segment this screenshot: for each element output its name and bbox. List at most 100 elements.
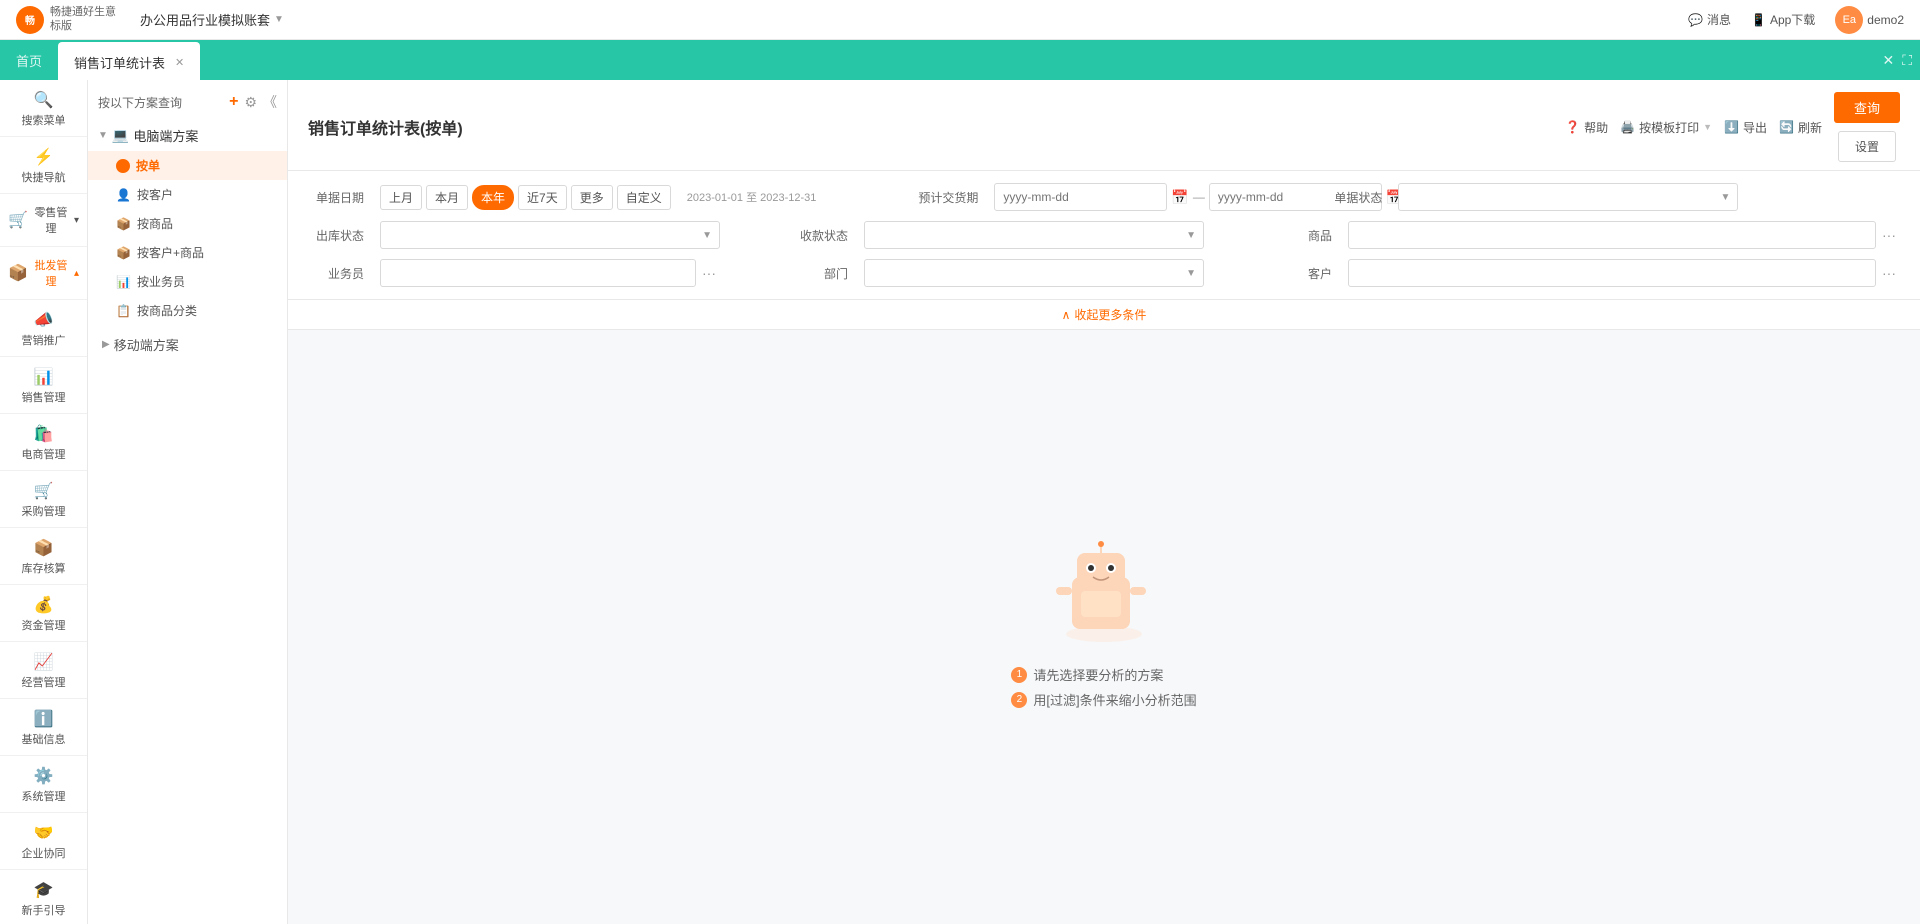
sidebar-item-search[interactable]: 🔍 搜索菜单 xyxy=(0,80,87,137)
tab-close-icon[interactable]: ✕ xyxy=(175,56,184,69)
radio-active-icon xyxy=(116,159,130,173)
sidebar-item-enterprise[interactable]: 🤝 企业协同 xyxy=(0,813,87,870)
sidebar-item-marketing[interactable]: 📣 营销推广 xyxy=(0,300,87,357)
settings-scheme-btn[interactable]: ⚙ xyxy=(244,94,257,111)
goods-input-wrapper: ··· xyxy=(1348,221,1900,249)
tab-sales-stat[interactable]: 销售订单统计表 ✕ xyxy=(58,42,200,82)
expected-date-from[interactable] xyxy=(994,183,1167,211)
out-status-wrapper: ▼ xyxy=(380,221,720,249)
status-select-wrapper: ▼ xyxy=(1398,183,1738,211)
left-panel: 按以下方案查询 + ⚙ 《 ▼ 💻 电脑端方案 按单 👤 xyxy=(88,80,288,924)
tree-child-by-goods[interactable]: 📦 按商品 xyxy=(88,209,287,238)
date-btn-custom[interactable]: 自定义 xyxy=(617,185,671,210)
status-select[interactable] xyxy=(1398,183,1738,211)
breadcrumb-text: 办公用品行业模拟账套 xyxy=(140,10,270,29)
date-btn-more[interactable]: 更多 xyxy=(571,185,613,210)
app-download-btn[interactable]: 📱 App下载 xyxy=(1751,11,1815,28)
date-btn-thismonth[interactable]: 本月 xyxy=(426,185,468,210)
collapse-label: 收起更多条件 xyxy=(1074,306,1146,323)
customer-input[interactable] xyxy=(1348,259,1876,287)
quick-nav-icon: ⚡ xyxy=(34,147,54,167)
settings-button[interactable]: 设置 xyxy=(1838,131,1896,162)
date-btn-7days[interactable]: 近7天 xyxy=(518,185,567,210)
sidebar-item-ecom[interactable]: 🛍️ 电商管理 xyxy=(0,414,87,471)
out-status-select[interactable] xyxy=(380,221,720,249)
tab-expand-icon[interactable]: ⛶ xyxy=(1902,52,1912,69)
guide-icon: 🎓 xyxy=(34,880,54,900)
page-title: 销售订单统计表(按单) xyxy=(308,115,463,139)
user-avatar[interactable]: Ea demo2 xyxy=(1835,6,1904,34)
refresh-btn[interactable]: 🔄 刷新 xyxy=(1779,119,1822,136)
goods-tree-icon: 📦 xyxy=(116,217,131,231)
date-sep: — xyxy=(1193,190,1205,204)
calendar1-icon[interactable]: 📅 xyxy=(1171,189,1188,206)
customer-goods-tree-icon: 📦 xyxy=(116,246,131,260)
date-range-text: 2023-01-01 至 2023-12-31 xyxy=(687,189,817,205)
avatar-img: Ea xyxy=(1835,6,1863,34)
enterprise-icon: 🤝 xyxy=(34,823,54,843)
sidebar-item-quicknav[interactable]: ⚡ 快捷导航 xyxy=(0,137,87,194)
sidebar-item-inventory[interactable]: 📦 库存核算 xyxy=(0,528,87,585)
query-btn-area: 查询 设置 xyxy=(1834,92,1900,162)
help-btn[interactable]: ❓ 帮助 xyxy=(1565,119,1608,136)
retail-arrow-icon: ▾ xyxy=(74,215,79,226)
collapse-bar[interactable]: ∧ 收起更多条件 xyxy=(288,300,1920,330)
sidebar-item-guide[interactable]: 🎓 新手引导 xyxy=(0,870,87,924)
ecom-icon: 🛍️ xyxy=(34,424,54,444)
tab-bar: 首页 销售订单统计表 ✕ ✕ ⛶ xyxy=(0,40,1920,80)
system-icon: ⚙️ xyxy=(34,766,54,786)
tip-num-2: 2 xyxy=(1011,692,1027,708)
export-btn[interactable]: ⬇️ 导出 xyxy=(1724,119,1767,136)
date-btn-lastmonth[interactable]: 上月 xyxy=(380,185,422,210)
tree-child-by-customer-goods[interactable]: 📦 按客户+商品 xyxy=(88,238,287,267)
template-print-btn[interactable]: 🖨️ 按模板打印 ▼ xyxy=(1620,119,1712,136)
message-icon: 💬 xyxy=(1688,13,1703,27)
sidebar-item-system[interactable]: ⚙️ 系统管理 xyxy=(0,756,87,813)
data-area: 1 请先选择要分析的方案 2 用[过滤]条件来缩小分析范围 xyxy=(288,330,1920,924)
tree-computer-parent[interactable]: ▼ 💻 电脑端方案 xyxy=(88,120,287,151)
collapse-scheme-btn[interactable]: 《 xyxy=(263,92,277,112)
goods-label: 商品 xyxy=(1276,227,1332,244)
top-header: 畅 畅捷通好生意 标版 办公用品行业模拟账套 ▼ 💬 消息 📱 App下载 Ea… xyxy=(0,0,1920,40)
sidebar-item-basicinfo[interactable]: ℹ️ 基础信息 xyxy=(0,699,87,756)
tree-child-by-salesman[interactable]: 📊 按业务员 xyxy=(88,267,287,296)
receipt-status-select[interactable] xyxy=(864,221,1204,249)
tree-mobile-parent[interactable]: ▶ 移动端方案 xyxy=(88,329,287,360)
query-button[interactable]: 查询 xyxy=(1834,92,1900,123)
filter-row-2: 出库状态 ▼ 收款状态 ▼ xyxy=(308,221,1900,249)
tree-child-by-goods-cat[interactable]: 📋 按商品分类 xyxy=(88,296,287,325)
mobile-icon: 📱 xyxy=(1751,13,1766,27)
tab-minimize-icon[interactable]: ✕ xyxy=(1882,52,1894,69)
tree-child-by-order[interactable]: 按单 xyxy=(88,151,287,180)
tab-home[interactable]: 首页 xyxy=(0,40,58,80)
sidebar-item-wholesale[interactable]: 📦 批发管理 ▴ xyxy=(0,247,87,300)
message-btn[interactable]: 💬 消息 xyxy=(1688,11,1731,28)
right-content: 销售订单统计表(按单) ❓ 帮助 🖨️ 按模板打印 ▼ ⬇️ 导出 xyxy=(288,80,1920,924)
basicinfo-icon: ℹ️ xyxy=(34,709,54,729)
filter-row-3: 业务员 ··· 部门 ▼ 客户 xyxy=(308,259,1900,287)
out-status-label: 出库状态 xyxy=(308,227,364,244)
salesman-more-icon[interactable]: ··· xyxy=(698,265,720,281)
dept-select[interactable] xyxy=(864,259,1204,287)
sidebar-item-purchase[interactable]: 🛒 采购管理 xyxy=(0,471,87,528)
sidebar-item-finance[interactable]: 💰 资金管理 xyxy=(0,585,87,642)
tip-item-1: 1 请先选择要分析的方案 xyxy=(1011,665,1196,684)
date-btn-thisyear[interactable]: 本年 xyxy=(472,185,514,210)
search-icon: 🔍 xyxy=(34,90,54,110)
goods-more-icon[interactable]: ··· xyxy=(1878,227,1900,243)
sidebar-item-sales[interactable]: 📊 销售管理 xyxy=(0,357,87,414)
add-scheme-btn[interactable]: + xyxy=(229,93,238,111)
customer-more-icon[interactable]: ··· xyxy=(1878,265,1900,281)
sidebar-item-retail[interactable]: 🛒 零售管理 ▾ xyxy=(0,194,87,247)
receipt-status-wrapper: ▼ xyxy=(864,221,1204,249)
tree-child-by-customer[interactable]: 👤 按客户 xyxy=(88,180,287,209)
wholesale-arrow-icon: ▴ xyxy=(74,268,79,279)
salesman-input[interactable] xyxy=(380,259,696,287)
operations-icon: 📈 xyxy=(34,652,54,672)
top-header-right: 💬 消息 📱 App下载 Ea demo2 xyxy=(1688,6,1904,34)
receipt-status-label: 收款状态 xyxy=(792,227,848,244)
sidebar-item-operations[interactable]: 📈 经营管理 xyxy=(0,642,87,699)
goods-input[interactable] xyxy=(1348,221,1876,249)
breadcrumb[interactable]: 办公用品行业模拟账套 ▼ xyxy=(140,10,284,29)
page-header: 销售订单统计表(按单) ❓ 帮助 🖨️ 按模板打印 ▼ ⬇️ 导出 xyxy=(288,80,1920,171)
